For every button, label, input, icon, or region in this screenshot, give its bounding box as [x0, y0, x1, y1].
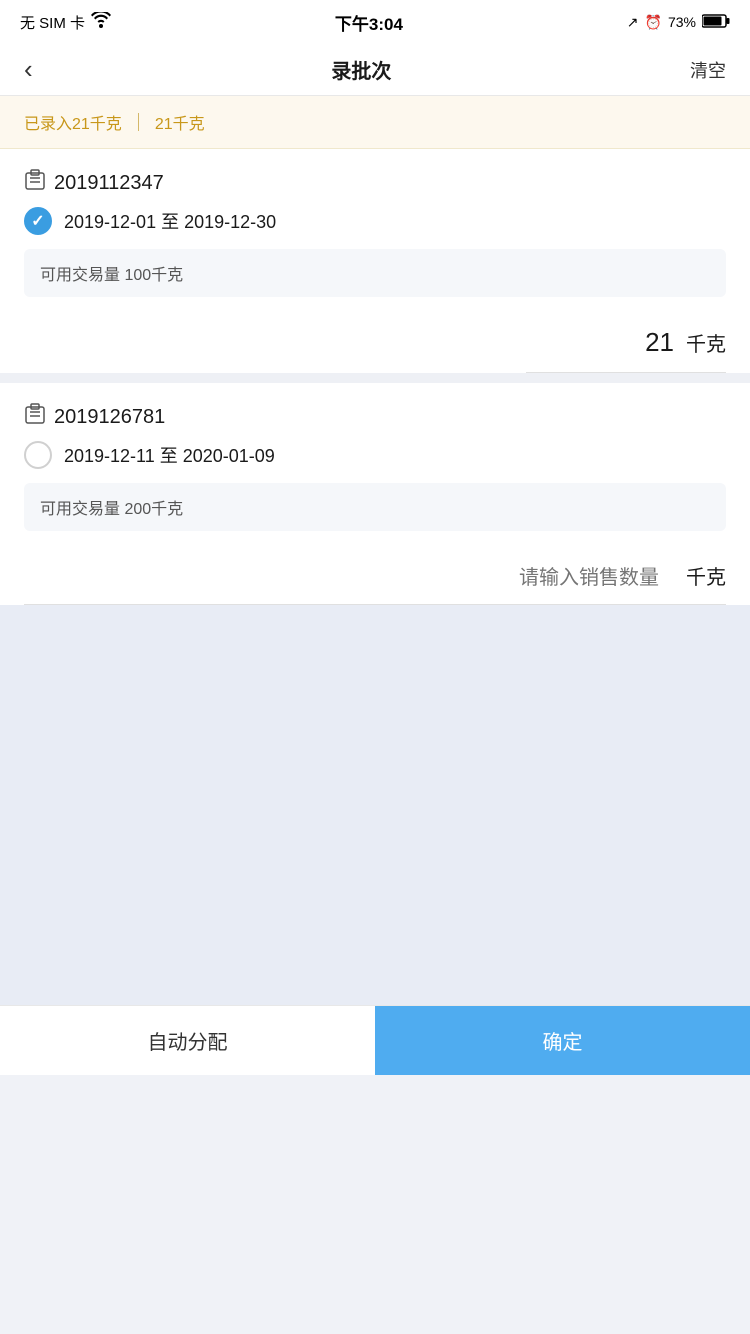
bottom-bar: 自动分配 确定: [0, 1005, 750, 1075]
no-sim-text: 无 SIM 卡: [20, 12, 85, 33]
batch-date-1: 2019-12-01 至 2019-12-30: [64, 208, 276, 234]
banner-divider: [138, 113, 139, 131]
batch-item-2: 2019126781 2019-12-11 至 2020-01-09 可用交易量…: [0, 383, 750, 531]
quantity-value-1: 21: [645, 327, 674, 358]
recorded-amount: 已录入21千克: [24, 110, 122, 134]
location-icon: ↗: [627, 14, 639, 31]
info-banner: 已录入21千克 21千克: [0, 96, 750, 149]
wifi-icon: [91, 12, 111, 32]
total-amount: 21千克: [155, 110, 205, 134]
unit-label-2: 千克: [686, 561, 726, 590]
battery-text: 73%: [668, 14, 696, 30]
quantity-divider-1: [526, 372, 726, 373]
batch-date-row-2[interactable]: 2019-12-11 至 2020-01-09: [24, 441, 726, 469]
radio-2[interactable]: [24, 441, 52, 469]
gray-area: [0, 605, 750, 1005]
batch-id-row-2: 2019126781: [24, 403, 726, 431]
clear-button[interactable]: 清空: [690, 57, 726, 83]
avail-text-2: 可用交易量 200千克: [40, 501, 183, 518]
batch-icon-2: [24, 403, 46, 431]
batch-id-row-1: 2019112347: [24, 169, 726, 197]
quantity-row-1: 21 千克: [0, 317, 750, 372]
page-title: 录批次: [331, 55, 391, 84]
quantity-input-2[interactable]: [24, 567, 674, 590]
back-button[interactable]: ‹: [24, 54, 33, 85]
section-divider: [0, 373, 750, 383]
avail-text-1: 可用交易量 100千克: [40, 267, 183, 284]
alarm-icon: ⏰: [645, 14, 662, 31]
quantity-unit-1: 千克: [686, 328, 726, 357]
batch-item-1: 2019112347 2019-12-01 至 2019-12-30 可用交易量…: [0, 149, 750, 297]
input-row-2[interactable]: 千克: [0, 551, 750, 604]
batch-icon-1: [24, 169, 46, 197]
status-time: 下午3:04: [335, 10, 403, 35]
confirm-button[interactable]: 确定: [375, 1006, 750, 1075]
status-bar: 无 SIM 卡 下午3:04 ↗ ⏰ 73%: [0, 0, 750, 44]
batch-id-1: 2019112347: [54, 172, 164, 195]
auto-distribute-button[interactable]: 自动分配: [0, 1006, 375, 1075]
batch-id-2: 2019126781: [54, 406, 165, 429]
status-left: 无 SIM 卡: [20, 12, 111, 33]
batch-date-2: 2019-12-11 至 2020-01-09: [64, 442, 275, 468]
nav-bar: ‹ 录批次 清空: [0, 44, 750, 96]
batch-avail-1: 可用交易量 100千克: [24, 249, 726, 297]
batch-date-row-1[interactable]: 2019-12-01 至 2019-12-30: [24, 207, 726, 235]
battery-icon: [702, 14, 730, 31]
batch-avail-2: 可用交易量 200千克: [24, 483, 726, 531]
status-right: ↗ ⏰ 73%: [627, 14, 730, 31]
radio-1[interactable]: [24, 207, 52, 235]
